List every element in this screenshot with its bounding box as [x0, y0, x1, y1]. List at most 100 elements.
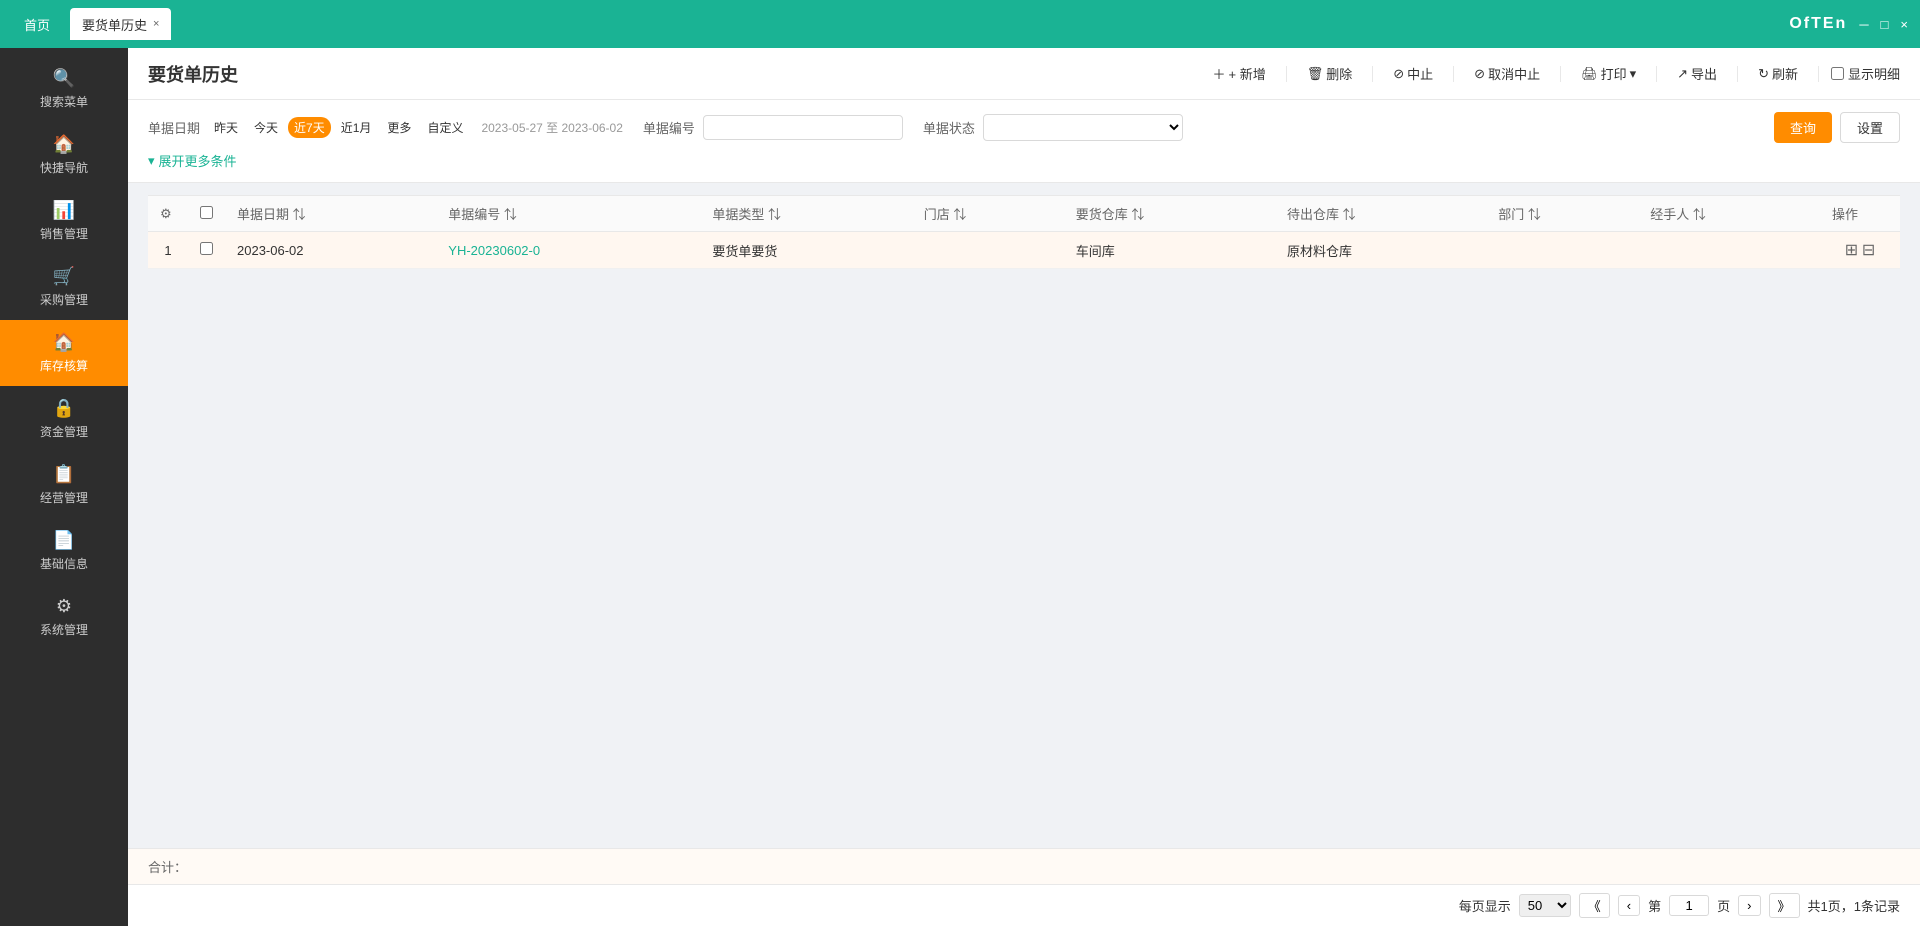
status-select[interactable]: [983, 114, 1183, 141]
sidebar-purchase-label: 采购管理: [40, 291, 88, 308]
content-area: 要货单历史 ＋ + 新增 🗑 删除 ⊘ 中止: [128, 48, 1920, 926]
col-bill-no[interactable]: 单据编号 ⇅: [436, 196, 700, 232]
sales-icon: 📊: [53, 200, 75, 221]
close-window-icon[interactable]: ×: [1900, 17, 1908, 32]
col-settings[interactable]: ⚙: [148, 196, 188, 232]
new-icon: ＋: [1212, 64, 1225, 83]
sidebar-system-label: 系统管理: [40, 621, 88, 638]
date-custom[interactable]: 自定义: [421, 117, 469, 138]
home-tab[interactable]: 首页: [12, 8, 62, 40]
prev-page-button[interactable]: ‹: [1618, 895, 1640, 916]
query-button[interactable]: 查询: [1774, 112, 1832, 143]
sidebar-operations-label: 经营管理: [40, 489, 88, 506]
maximize-icon[interactable]: □: [1881, 17, 1889, 32]
cancel-stop-button[interactable]: ⊘ 取消中止: [1466, 60, 1548, 87]
col-date[interactable]: 单据日期 ⇅: [225, 196, 436, 232]
sidebar-item-sales[interactable]: 📊 销售管理: [0, 188, 128, 254]
first-page-button[interactable]: 《: [1579, 893, 1610, 918]
finance-icon: 🔒: [53, 398, 75, 419]
brand-label: OfTEn: [1789, 15, 1847, 33]
new-button[interactable]: ＋ + 新增: [1204, 60, 1273, 87]
col-department[interactable]: 部门 ⇅: [1486, 196, 1638, 232]
row-warehouse: 车间库: [1064, 232, 1275, 269]
print-button[interactable]: 🖨 打印 ▾: [1573, 60, 1644, 87]
sidebar-item-inventory[interactable]: 🏠 库存核算: [0, 320, 128, 386]
row-checkbox[interactable]: [200, 242, 213, 255]
sidebar-item-quick-nav[interactable]: 🏠 快捷导航: [0, 122, 128, 188]
bill-no-filter: 单据编号: [643, 115, 903, 140]
sidebar-search-label: 搜索菜单: [40, 93, 88, 110]
display-detail-checkbox[interactable]: [1831, 67, 1844, 80]
page-number-input[interactable]: [1669, 895, 1709, 916]
sidebar-item-search-menu[interactable]: 🔍 搜索菜单: [0, 56, 128, 122]
sidebar-sales-label: 销售管理: [40, 225, 88, 242]
date-more[interactable]: 更多: [381, 117, 417, 138]
content-header: 要货单历史 ＋ + 新增 🗑 删除 ⊘ 中止: [128, 48, 1920, 100]
minimize-icon[interactable]: ─: [1859, 17, 1868, 32]
expand-more[interactable]: ▾ 展开更多条件: [148, 151, 1900, 170]
col-warehouse[interactable]: 要货仓库 ⇅: [1064, 196, 1275, 232]
display-detail-toggle[interactable]: 显示明细: [1831, 64, 1900, 83]
col-bill-type[interactable]: 单据类型 ⇅: [700, 196, 911, 232]
date-yesterday[interactable]: 昨天: [208, 117, 244, 138]
cancel-stop-icon: ⊘: [1474, 66, 1485, 82]
bill-no-input[interactable]: [703, 115, 903, 140]
next-page-button[interactable]: ›: [1738, 895, 1760, 916]
inventory-icon: 🏠: [53, 332, 75, 353]
sidebar-item-operations[interactable]: 📋 经营管理: [0, 452, 128, 518]
delete-button[interactable]: 🗑 删除: [1299, 60, 1361, 87]
page-suffix: 页: [1717, 896, 1730, 915]
sidebar-item-basic-info[interactable]: 📄 基础信息: [0, 518, 128, 584]
date-filter: 单据日期 昨天 今天 近7天 近1月 更多 自定义 2023-05-27 至 2…: [148, 117, 623, 138]
row-department: [1486, 232, 1638, 269]
stop-button[interactable]: ⊘ 中止: [1385, 60, 1441, 87]
sidebar-item-finance[interactable]: 🔒 资金管理: [0, 386, 128, 452]
bill-no-link[interactable]: YH-20230602-0: [448, 243, 540, 258]
status-filter: 单据状态: [923, 114, 1183, 141]
date-1month[interactable]: 近1月: [335, 117, 378, 138]
data-table: ⚙ 单据日期 ⇅ 单据编号 ⇅ 单据类型 ⇅: [148, 195, 1900, 269]
sidebar-item-system[interactable]: ⚙ 系统管理: [0, 584, 128, 650]
per-page-select[interactable]: 50 100: [1519, 894, 1571, 917]
export-button[interactable]: ↗ 导出: [1669, 60, 1725, 87]
date-filter-label: 单据日期: [148, 118, 200, 137]
sidebar-quick-nav-label: 快捷导航: [40, 159, 88, 176]
view-action-icon[interactable]: ⊞: [1845, 242, 1858, 259]
date-today[interactable]: 今天: [248, 117, 284, 138]
expand-icon: ▾: [148, 153, 155, 169]
date-7days[interactable]: 近7天: [288, 117, 331, 138]
sidebar-inventory-label: 库存核算: [40, 357, 88, 374]
col-store[interactable]: 门店 ⇅: [912, 196, 1064, 232]
pagination-bar: 每页显示 50 100 《 ‹ 第 页 › 》 共1页，1条记录: [128, 884, 1920, 926]
print-dropdown-icon: ▾: [1630, 66, 1637, 82]
top-bar-right: OfTEn ─ □ ×: [1789, 15, 1908, 33]
settings-button[interactable]: 设置: [1840, 112, 1900, 143]
active-tab[interactable]: 要货单历史 ×: [70, 8, 171, 40]
action-buttons: 查询 设置: [1774, 112, 1900, 143]
refresh-button[interactable]: ↻ 刷新: [1750, 60, 1806, 87]
sidebar-finance-label: 资金管理: [40, 423, 88, 440]
bill-no-label: 单据编号: [643, 118, 695, 137]
sidebar: 🔍 搜索菜单 🏠 快捷导航 📊 销售管理 🛒 采购管理 🏠 库存核算 🔒: [0, 48, 128, 926]
total-label: 合计：: [148, 860, 187, 875]
sidebar-item-purchase[interactable]: 🛒 采购管理: [0, 254, 128, 320]
table-row: 1 2023-06-02 YH-20230602-0 要货单要货 车间库: [148, 232, 1900, 269]
date-buttons: 昨天 今天 近7天 近1月 更多 自定义: [208, 117, 469, 138]
row-date: 2023-06-02: [225, 232, 436, 269]
last-page-button[interactable]: 》: [1769, 893, 1800, 918]
more-action-icon[interactable]: ⊟: [1862, 242, 1875, 259]
row-store: [912, 232, 1064, 269]
export-icon: ↗: [1677, 66, 1688, 82]
print-icon: 🖨: [1581, 66, 1598, 82]
per-page-label: 每页显示: [1459, 896, 1511, 915]
divider6: [1737, 66, 1738, 82]
status-label: 单据状态: [923, 118, 975, 137]
row-num: 1: [148, 232, 188, 269]
tab-close-icon[interactable]: ×: [153, 18, 159, 30]
divider1: [1286, 66, 1287, 82]
select-all-checkbox[interactable]: [200, 206, 213, 219]
col-pending-warehouse[interactable]: 待出仓库 ⇅: [1275, 196, 1486, 232]
basic-info-icon: 📄: [53, 530, 75, 551]
col-handler[interactable]: 经手人 ⇅: [1638, 196, 1820, 232]
divider7: [1818, 66, 1819, 82]
